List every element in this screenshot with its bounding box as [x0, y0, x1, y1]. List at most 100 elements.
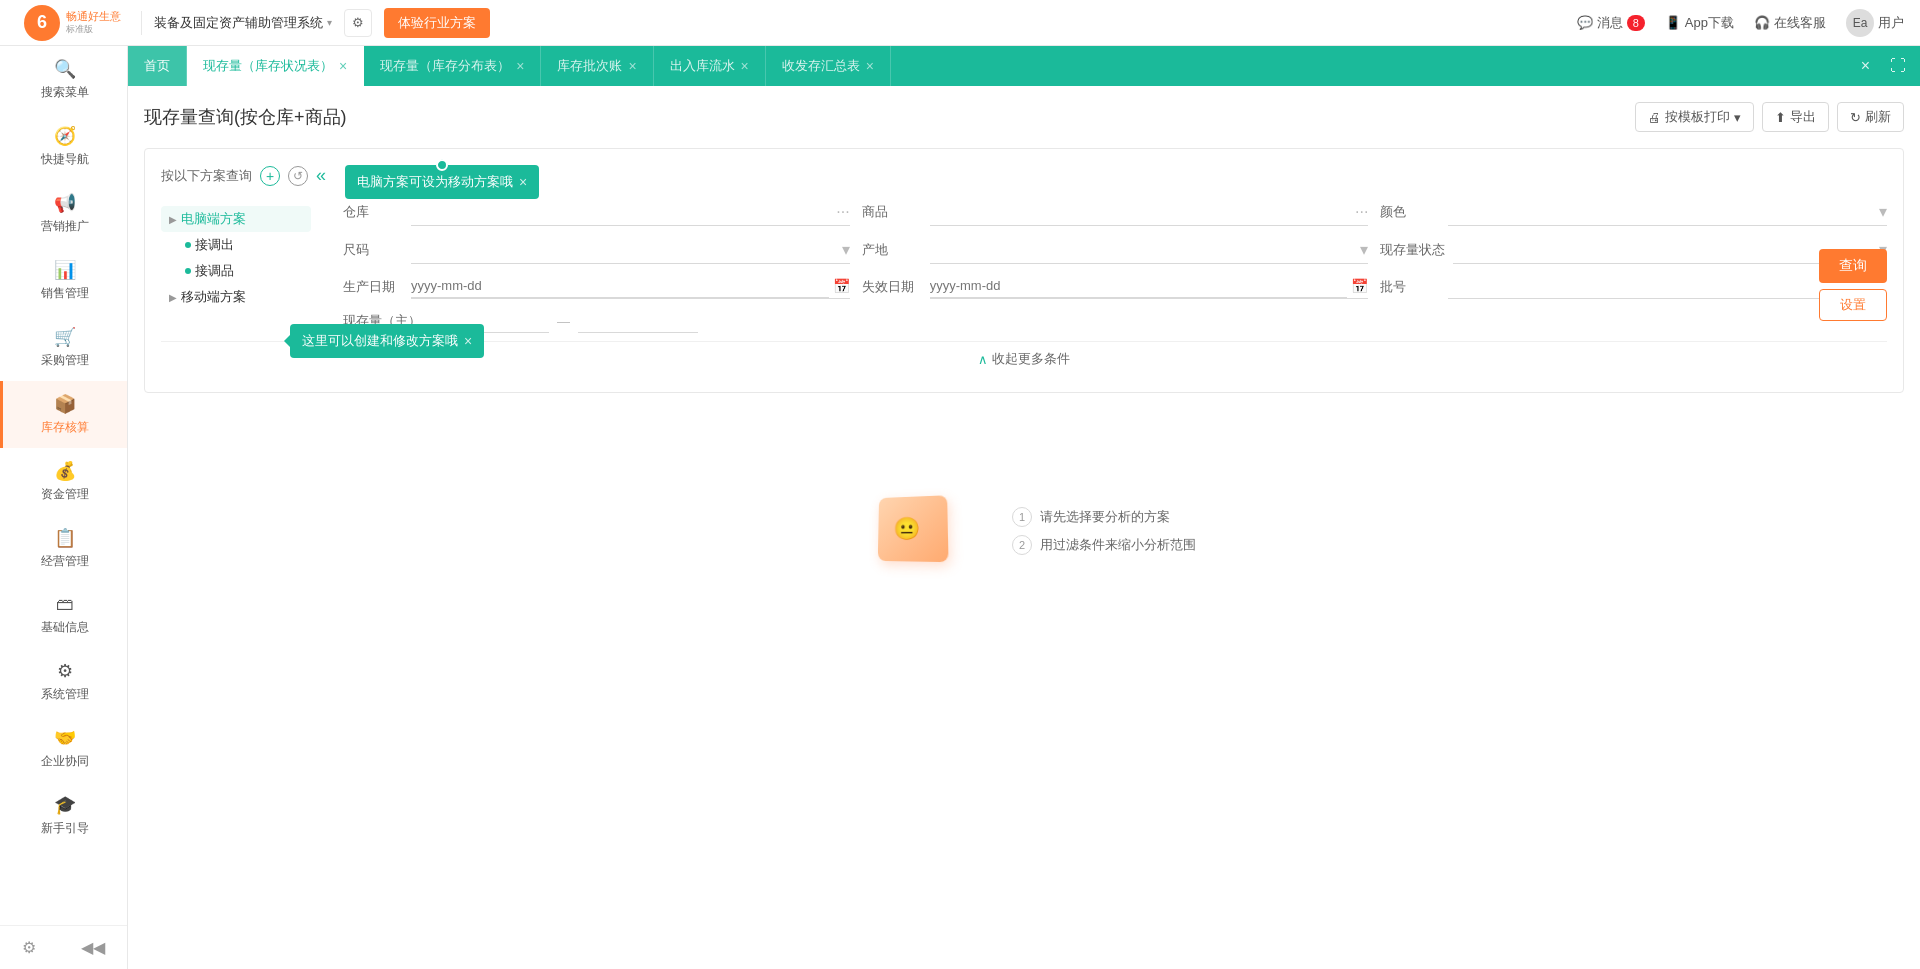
production-date-calendar-icon[interactable]: 📅 [833, 278, 850, 294]
sidebar-item-basic-info[interactable]: 🗃 基础信息 [0, 582, 127, 648]
expiry-date-calendar-icon[interactable]: 📅 [1351, 278, 1368, 294]
filter-row-1: 仓库 ··· 商品 [343, 198, 1887, 226]
stock-status-label: 现存量状态 [1380, 241, 1445, 259]
sidebar-item-marketing[interactable]: 📢 营销推广 [0, 180, 127, 247]
navigation-icon: 🧭 [54, 125, 76, 147]
sidebar-bottom-settings[interactable]: ⚙ [22, 938, 36, 957]
tab-flow[interactable]: 出入库流水 × [654, 46, 766, 86]
scheme-item-2-label: 接调品 [195, 262, 234, 280]
tab-batch-label: 库存批次账 [557, 57, 622, 75]
user-profile[interactable]: Ea 用户 [1846, 9, 1904, 37]
experience-button[interactable]: 体验行业方案 [384, 8, 490, 38]
query-button[interactable]: 查询 [1819, 249, 1887, 283]
tab-maximize-button[interactable]: ⛶ [1884, 57, 1912, 75]
export-button[interactable]: ⬆ 导出 [1762, 102, 1829, 132]
sidebar-item-label: 基础信息 [41, 619, 89, 636]
print-chevron-icon: ▾ [1734, 110, 1741, 125]
filter-area: 按以下方案查询 + ↺ « 电脑方案可设为移动方案哦 × 这里可以创建和修改方案… [144, 148, 1904, 393]
warehouse-field: 仓库 ··· [343, 198, 850, 226]
warehouse-select[interactable]: ··· [411, 199, 850, 226]
sidebar-collapse-btn[interactable]: ◀◀ [81, 938, 105, 957]
tab-batch-close[interactable]: × [628, 58, 636, 74]
tab-summary-close[interactable]: × [866, 58, 874, 74]
expiry-date-text[interactable] [930, 274, 1348, 298]
tab-home[interactable]: 首页 [128, 46, 187, 86]
production-date-input[interactable]: 📅 [411, 274, 850, 299]
tab-stock-status-close[interactable]: × [339, 58, 347, 74]
logo-icon: 6 [24, 5, 60, 41]
sidebar-item-search[interactable]: 🔍 搜索菜单 [0, 46, 127, 113]
app-download-button[interactable]: 📱 App下载 [1665, 14, 1734, 32]
tab-stock-status[interactable]: 现存量（库存状况表） × [187, 46, 364, 86]
empty-face-icon: 😐 [893, 516, 920, 542]
sidebar-item-label: 系统管理 [41, 686, 89, 703]
sidebar-item-label: 企业协同 [41, 753, 89, 770]
guide-icon: 🎓 [54, 794, 76, 816]
production-date-label: 生产日期 [343, 278, 403, 296]
scheme-arrow-icon: ▶ [169, 214, 177, 225]
sidebar-item-guide[interactable]: 🎓 新手引导 [0, 782, 127, 849]
content-area: 首页 现存量（库存状况表） × 现存量（库存分布表） × 库存批次账 × 出入库… [128, 46, 1920, 969]
warehouse-label: 仓库 [343, 203, 403, 221]
product-select[interactable]: ··· [930, 199, 1369, 226]
sidebar-item-enterprise[interactable]: 🤝 企业协同 [0, 715, 127, 782]
scheme-item-1[interactable]: 接调出 [177, 232, 311, 258]
sidebar-item-label: 采购管理 [41, 352, 89, 369]
headset-icon: 🎧 [1754, 15, 1770, 30]
sidebar-item-navigation[interactable]: 🧭 快捷导航 [0, 113, 127, 180]
tooltip-scheme-close[interactable]: × [519, 174, 527, 190]
filter-arrow-button[interactable]: « [316, 165, 326, 186]
filter-add-button[interactable]: + [260, 166, 280, 186]
system-title-selector[interactable]: 装备及固定资产辅助管理系统 ▾ [154, 14, 332, 32]
print-button[interactable]: 🖨 按模板打印 ▾ [1635, 102, 1754, 132]
sidebar-item-purchase[interactable]: 🛒 采购管理 [0, 314, 127, 381]
filter-settings-button[interactable]: 设置 [1819, 289, 1887, 321]
app-badge: 标准版 [66, 23, 121, 36]
sidebar-item-label: 销售管理 [41, 285, 89, 302]
tab-stock-distribution[interactable]: 现存量（库存分布表） × [364, 46, 541, 86]
scheme-desktop-label: 电脑端方案 [181, 210, 246, 228]
finance-icon: 💰 [54, 460, 76, 482]
batch-field: 批号 [1380, 274, 1887, 299]
refresh-button[interactable]: ↻ 刷新 [1837, 102, 1904, 132]
online-support-button[interactable]: 🎧 在线客服 [1754, 14, 1826, 32]
product-field: 商品 ··· [862, 198, 1369, 226]
collapse-label: 收起更多条件 [992, 350, 1070, 368]
query-buttons: 查询 设置 [1819, 249, 1887, 321]
tab-summary[interactable]: 收发存汇总表 × [766, 46, 891, 86]
expiry-date-input[interactable]: 📅 [930, 274, 1369, 299]
notification-button[interactable]: 💬 消息 8 [1577, 14, 1645, 32]
origin-field: 产地 ▾ [862, 236, 1369, 264]
page-actions: 🖨 按模板打印 ▾ ⬆ 导出 ↻ 刷新 [1635, 102, 1904, 132]
scheme-item-2[interactable]: 接调品 [177, 258, 311, 284]
tab-flow-close[interactable]: × [741, 58, 749, 74]
qty-to-input[interactable] [578, 309, 698, 333]
sidebar-item-label: 营销推广 [41, 218, 89, 235]
sidebar-item-finance[interactable]: 💰 资金管理 [0, 448, 127, 515]
settings-button[interactable]: ⚙ [344, 9, 372, 37]
filter-reset-button[interactable]: ↺ [288, 166, 308, 186]
empty-state-content: 😐 1 请先选择要分析的方案 2 用过滤条件来缩小分析范围 [852, 481, 1196, 581]
tab-close-all-button[interactable]: × [1855, 57, 1876, 75]
page-header: 现存量查询(按仓库+商品) 🖨 按模板打印 ▾ ⬆ 导出 ↻ [144, 102, 1904, 132]
tab-stock-dist-label: 现存量（库存分布表） [380, 57, 510, 75]
size-select[interactable]: ▾ [411, 236, 850, 264]
sidebar-item-system[interactable]: ⚙ 系统管理 [0, 648, 127, 715]
sales-icon: 📊 [54, 259, 76, 281]
product-dots-icon: ··· [1355, 203, 1368, 221]
tab-stock-dist-close[interactable]: × [516, 58, 524, 74]
sidebar-item-operations[interactable]: 📋 经营管理 [0, 515, 127, 582]
step-1-text: 请先选择要分析的方案 [1040, 508, 1170, 526]
tab-batch-ledger[interactable]: 库存批次账 × [541, 46, 653, 86]
sidebar-item-sales[interactable]: 📊 销售管理 [0, 247, 127, 314]
color-select[interactable]: ▾ [1448, 198, 1887, 226]
stock-status-field: 现存量状态 ▾ [1380, 236, 1887, 264]
tooltip-create-close[interactable]: × [464, 333, 472, 349]
top-right-actions: 💬 消息 8 📱 App下载 🎧 在线客服 Ea 用户 [1577, 9, 1904, 37]
origin-select[interactable]: ▾ [930, 236, 1369, 264]
production-date-text[interactable] [411, 274, 829, 298]
scheme-mobile[interactable]: ▶ 移动端方案 [161, 284, 311, 310]
empty-state: 😐 1 请先选择要分析的方案 2 用过滤条件来缩小分析范围 [144, 401, 1904, 661]
sidebar-item-inventory[interactable]: 📦 库存核算 [0, 381, 127, 448]
scheme-desktop[interactable]: ▶ 电脑端方案 [161, 206, 311, 232]
